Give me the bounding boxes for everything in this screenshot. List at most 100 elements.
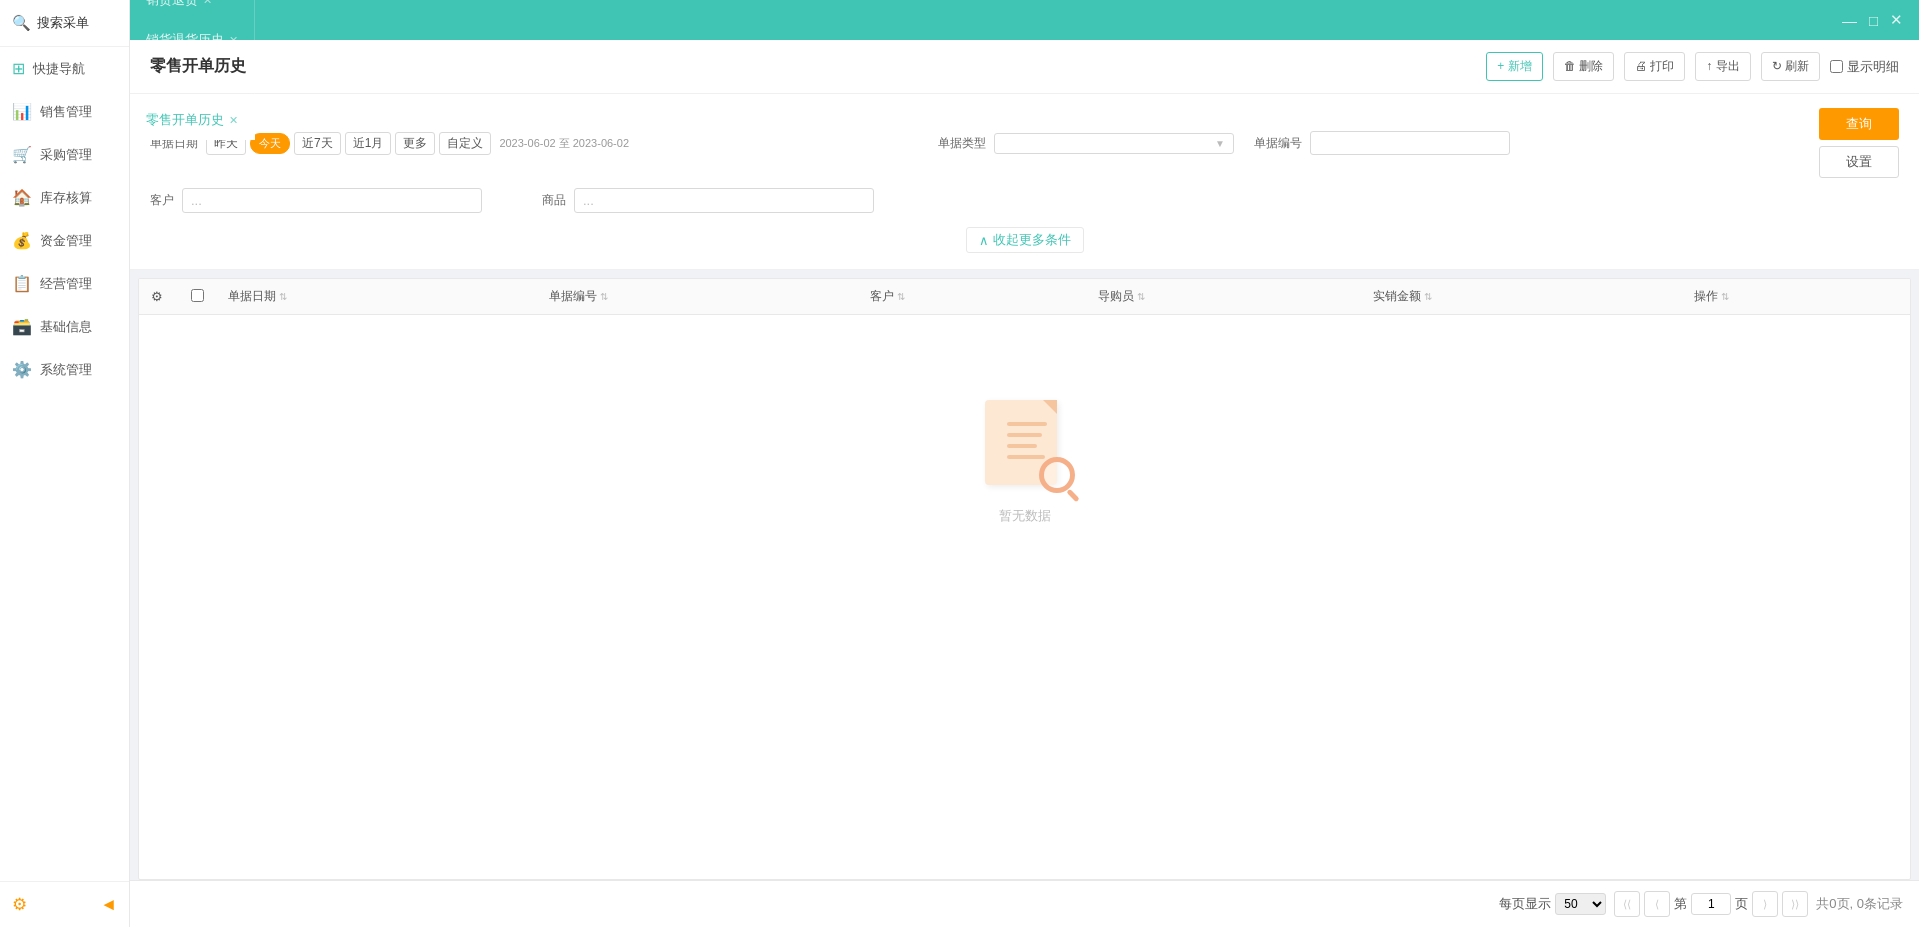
tab-close-sales-return-history[interactable]: ✕: [229, 34, 238, 47]
tab-close-retail-open[interactable]: ✕: [203, 74, 212, 87]
delete-button[interactable]: 🗑 删除: [1553, 52, 1614, 81]
action-buttons: 查询 设置: [1819, 108, 1899, 178]
purchase-mgmt-icon: 🛒: [12, 145, 32, 164]
collapse-button[interactable]: ∧ 收起更多条件: [966, 227, 1084, 253]
toolbar: + 新增 🗑 删除 🖨 打印 ↑ 导出 ↻ 刷新 显示明细: [1486, 52, 1899, 81]
tab-label-retail-open-history: 零售开单历史: [146, 111, 224, 129]
customer-field: 客户 ...: [150, 188, 482, 213]
goods-input[interactable]: ...: [574, 188, 874, 213]
number-label: 单据编号: [1254, 135, 1302, 152]
sales-mgmt-icon: 📊: [12, 102, 32, 121]
magnify-shape: [1039, 457, 1075, 493]
collapse-row: ∧ 收起更多条件: [150, 223, 1899, 261]
sidebar-item-sales-mgmt[interactable]: 📊销售管理: [0, 90, 129, 133]
custom-btn[interactable]: 自定义: [439, 132, 491, 155]
first-page-btn[interactable]: ⟨⟨: [1614, 891, 1640, 917]
1month-btn[interactable]: 近1月: [345, 132, 392, 155]
doc-line-2: [1007, 433, 1042, 437]
query-button[interactable]: 查询: [1819, 108, 1899, 140]
doc-line-3: [1007, 444, 1037, 448]
tab-retail-open[interactable]: 零售开单 ✕: [130, 60, 255, 100]
number-field: 单据编号: [1254, 131, 1510, 155]
sidebar-item-operations-mgmt[interactable]: 📋经营管理: [0, 262, 129, 305]
sort-icon-customer: ⇅: [897, 291, 905, 302]
tab-sales-return[interactable]: 销货退货 ✕: [130, 0, 255, 20]
sort-icon-date: ⇅: [279, 291, 287, 302]
minimize-btn[interactable]: —: [1842, 12, 1857, 29]
tab-close-sales-return[interactable]: ✕: [203, 0, 212, 7]
page-size-select: 每页显示 50 10 20 100: [1499, 893, 1606, 915]
col-header-guide: 导购员⇅: [1086, 279, 1361, 315]
tab-label-sales-return-history: 销货退货历史: [146, 31, 224, 49]
today-btn[interactable]: 今天: [250, 133, 290, 154]
customer-input[interactable]: ...: [182, 188, 482, 213]
type-select[interactable]: ▼: [994, 133, 1234, 154]
empty-text: 暂无数据: [999, 507, 1051, 525]
tab-label-retail-open: 零售开单: [146, 71, 198, 89]
main-content: 首页销售订单 ✕销货退货 ✕销货退货历史 ✕零售开单 ✕零售开单历史 ✕ — □…: [130, 0, 1919, 927]
prev-page-btn[interactable]: ⟨: [1644, 891, 1670, 917]
new-button[interactable]: + 新增: [1486, 52, 1542, 81]
tabs-container: 首页销售订单 ✕销货退货 ✕销货退货历史 ✕零售开单 ✕零售开单历史 ✕: [130, 0, 255, 140]
date-filters: 昨天 今天 近7天 近1月 更多 自定义 2023-06-02 至 2023-0…: [206, 132, 629, 155]
tab-label-sales-return: 销货退货: [146, 0, 198, 9]
display-detail-label: 显示明细: [1830, 58, 1899, 76]
sidebar-label-inventory: 库存核算: [40, 189, 92, 207]
top-tabs-bar: 首页销售订单 ✕销货退货 ✕销货退货历史 ✕零售开单 ✕零售开单历史 ✕ — □…: [130, 0, 1919, 40]
sidebar-search-label: 搜索采单: [37, 14, 89, 32]
print-button[interactable]: 🖨 打印: [1624, 52, 1685, 81]
collapse-chevron-icon: ∧: [979, 233, 989, 248]
goods-label: 商品: [542, 192, 566, 209]
settings-icon[interactable]: ⚙: [12, 894, 27, 915]
sidebar-search[interactable]: 🔍 搜索采单: [0, 0, 129, 47]
last-page-btn[interactable]: ⟩⟩: [1782, 891, 1808, 917]
sidebar-item-inventory[interactable]: 🏠库存核算: [0, 176, 129, 219]
sort-icon-actions: ⇅: [1721, 291, 1729, 302]
close-btn[interactable]: ✕: [1890, 11, 1903, 29]
col-header-settings: ⚙: [139, 279, 179, 315]
number-input[interactable]: [1310, 131, 1510, 155]
col-header-customer: 客户⇅: [858, 279, 1086, 315]
settings-col-icon[interactable]: ⚙: [151, 289, 163, 304]
sidebar-item-finance-mgmt[interactable]: 💰资金管理: [0, 219, 129, 262]
sidebar-label-operations-mgmt: 经营管理: [40, 275, 92, 293]
more-btn[interactable]: 更多: [395, 132, 435, 155]
col-header-date: 单据日期⇅: [216, 279, 537, 315]
base-info-icon: 🗃️: [12, 317, 32, 336]
7days-btn[interactable]: 近7天: [294, 132, 341, 155]
pagination-bar: 每页显示 50 10 20 100 ⟨⟨ ⟨ 第 页 ⟩ ⟩⟩ 共0页, 0条记…: [130, 880, 1919, 927]
page-header: 零售开单历史 + 新增 🗑 删除 🖨 打印 ↑ 导出 ↻ 刷新 显示明细: [130, 40, 1919, 94]
sidebar-nav: ⊞快捷导航📊销售管理🛒采购管理🏠库存核算💰资金管理📋经营管理🗃️基础信息⚙️系统…: [0, 47, 129, 391]
sort-icon-number: ⇅: [600, 291, 608, 302]
table-area: ⚙ 单据日期⇅单据编号⇅客户⇅导购员⇅实销金额⇅操作⇅: [138, 278, 1911, 880]
col-header-amount: 实销金额⇅: [1361, 279, 1682, 315]
tab-sales-return-history[interactable]: 销货退货历史 ✕: [130, 20, 255, 60]
tab-retail-open-history[interactable]: 零售开单历史 ✕: [130, 100, 255, 140]
sort-icon-amount: ⇅: [1424, 291, 1432, 302]
sidebar-item-quick-nav[interactable]: ⊞快捷导航: [0, 47, 129, 90]
type-field: 单据类型 ▼: [938, 133, 1234, 154]
total-info: 共0页, 0条记录: [1816, 895, 1903, 913]
maximize-btn[interactable]: □: [1869, 12, 1878, 29]
per-page-dropdown[interactable]: 50 10 20 100: [1555, 893, 1606, 915]
collapse-icon[interactable]: ◄: [100, 895, 117, 915]
page-input[interactable]: [1691, 893, 1731, 915]
select-all-checkbox[interactable]: [191, 289, 204, 302]
sidebar-label-finance-mgmt: 资金管理: [40, 232, 92, 250]
table-header-row: ⚙ 单据日期⇅单据编号⇅客户⇅导购员⇅实销金额⇅操作⇅: [139, 279, 1910, 315]
refresh-button[interactable]: ↻ 刷新: [1761, 52, 1820, 81]
export-button[interactable]: ↑ 导出: [1695, 52, 1750, 81]
table-header: ⚙ 单据日期⇅单据编号⇅客户⇅导购员⇅实销金额⇅操作⇅: [139, 279, 1910, 315]
col-header-number: 单据编号⇅: [537, 279, 858, 315]
sidebar-item-purchase-mgmt[interactable]: 🛒采购管理: [0, 133, 129, 176]
sidebar-item-system-mgmt[interactable]: ⚙️系统管理: [0, 348, 129, 391]
setup-button[interactable]: 设置: [1819, 146, 1899, 178]
empty-illustration: [975, 395, 1075, 495]
display-detail-checkbox[interactable]: [1830, 60, 1843, 73]
goods-field: 商品 ...: [542, 188, 874, 213]
sidebar-item-base-info[interactable]: 🗃️基础信息: [0, 305, 129, 348]
col-header-actions: 操作⇅: [1682, 279, 1910, 315]
tab-close-retail-open-history[interactable]: ✕: [229, 114, 238, 127]
sidebar: 🔍 搜索采单 ⊞快捷导航📊销售管理🛒采购管理🏠库存核算💰资金管理📋经营管理🗃️基…: [0, 0, 130, 927]
next-page-btn[interactable]: ⟩: [1752, 891, 1778, 917]
